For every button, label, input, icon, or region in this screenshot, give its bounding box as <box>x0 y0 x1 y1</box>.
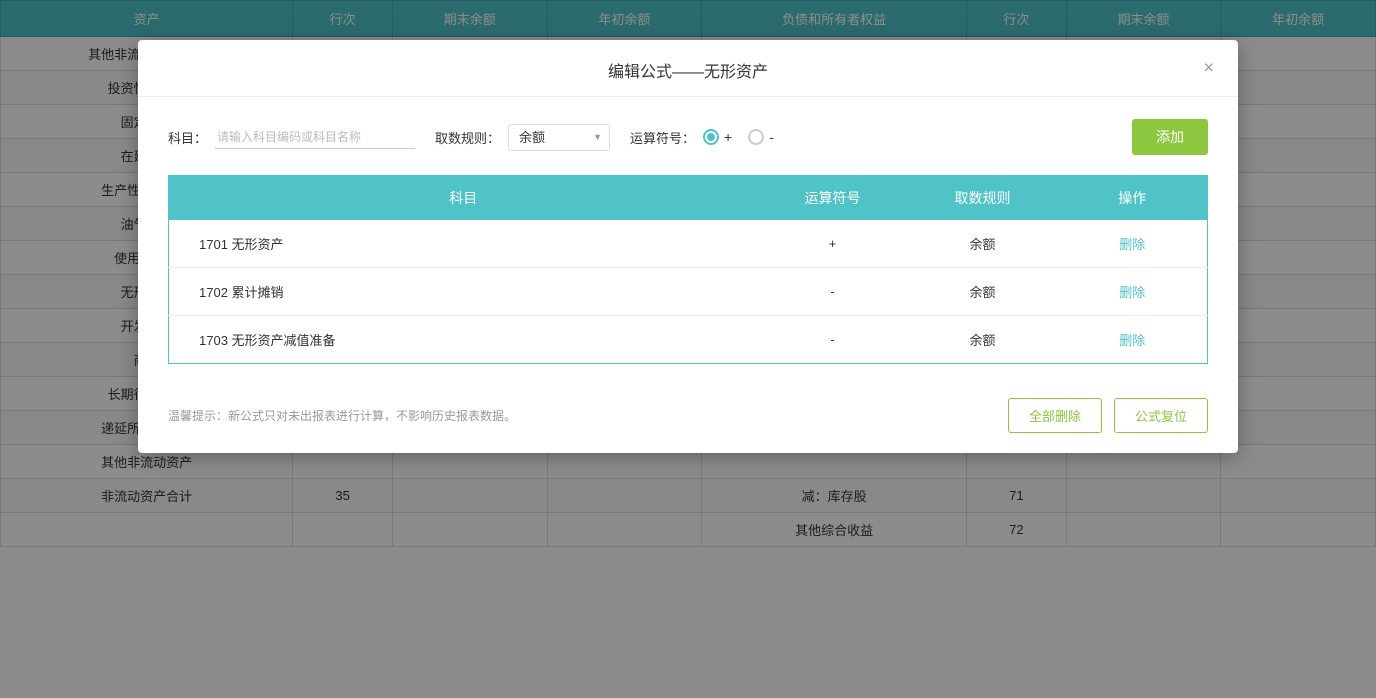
form-row: 科目： 取数规则： 余额 借方 贷方 借方发生额 贷方发生额 <box>168 119 1208 155</box>
formula-subject: 1703 无形资产减值准备 <box>169 316 758 364</box>
formula-subject: 1701 无形资产 <box>169 220 758 268</box>
modal-header: 编辑公式——无形资产 × <box>138 40 1238 97</box>
formula-row: 1701 无形资产+余额 删除 <box>169 220 1208 268</box>
table-header-subject: 科目 <box>169 176 758 221</box>
formula-row: 1702 累计摊销-余额 删除 <box>169 268 1208 316</box>
subject-group: 科目： <box>168 125 415 149</box>
radio-plus-circle <box>703 129 719 145</box>
formula-action: 删除 <box>1058 220 1208 268</box>
operator-label: 运算符号： <box>630 128 695 147</box>
formula-operator: + <box>758 220 908 268</box>
table-header-rule: 取数规则 <box>908 176 1058 221</box>
fetch-rule-select-wrap: 余额 借方 贷方 借方发生额 贷方发生额 <box>508 124 610 151</box>
formula-operator: - <box>758 316 908 364</box>
formula-action: 删除 <box>1058 316 1208 364</box>
radio-minus-circle <box>748 129 764 145</box>
operator-plus-radio[interactable]: + <box>703 129 732 145</box>
formula-operator: - <box>758 268 908 316</box>
operator-minus-label: - <box>769 129 774 145</box>
formula-rule: 余额 <box>908 268 1058 316</box>
operator-plus-label: + <box>724 129 732 145</box>
formula-action: 删除 <box>1058 268 1208 316</box>
subject-label: 科目： <box>168 128 207 147</box>
delete-all-button[interactable]: 全部删除 <box>1008 398 1102 433</box>
fetch-rule-group: 取数规则： 余额 借方 贷方 借方发生额 贷方发生额 <box>435 124 610 151</box>
modal-overlay: 编辑公式——无形资产 × 科目： 取数规则： 余额 借方 贷方 <box>0 0 1376 698</box>
modal-footer: 温馨提示：新公式只对未出报表进行计算，不影响历史报表数据。 全部删除 公式复位 <box>138 384 1238 453</box>
formula-row: 1703 无形资产减值准备-余额 删除 <box>169 316 1208 364</box>
table-header-action: 操作 <box>1058 176 1208 221</box>
operator-radio-group: + - <box>703 129 774 145</box>
reset-formula-button[interactable]: 公式复位 <box>1114 398 1208 433</box>
formula-rule: 余额 <box>908 220 1058 268</box>
footer-buttons: 全部删除 公式复位 <box>1008 398 1208 433</box>
operator-group: 运算符号： + - <box>630 128 774 147</box>
modal-title: 编辑公式——无形资产 <box>608 58 768 82</box>
fetch-rule-label: 取数规则： <box>435 128 500 147</box>
table-header-operator: 运算符号 <box>758 176 908 221</box>
delete-link[interactable]: 删除 <box>1119 237 1145 252</box>
add-button[interactable]: 添加 <box>1132 119 1208 155</box>
fetch-rule-select[interactable]: 余额 借方 贷方 借方发生额 贷方发生额 <box>508 124 610 151</box>
formula-subject: 1702 累计摊销 <box>169 268 758 316</box>
close-button[interactable]: × <box>1195 54 1222 83</box>
modal-body: 科目： 取数规则： 余额 借方 贷方 借方发生额 贷方发生额 <box>138 97 1238 384</box>
subject-input[interactable] <box>215 125 415 149</box>
footer-tip: 温馨提示：新公式只对未出报表进行计算，不影响历史报表数据。 <box>168 407 516 424</box>
delete-link[interactable]: 删除 <box>1119 333 1145 348</box>
edit-formula-modal: 编辑公式——无形资产 × 科目： 取数规则： 余额 借方 贷方 <box>138 40 1238 453</box>
formula-table: 科目 运算符号 取数规则 操作 1701 无形资产+余额删除1702 累计摊销-… <box>168 175 1208 364</box>
delete-link[interactable]: 删除 <box>1119 285 1145 300</box>
operator-minus-radio[interactable]: - <box>748 129 774 145</box>
formula-rule: 余额 <box>908 316 1058 364</box>
